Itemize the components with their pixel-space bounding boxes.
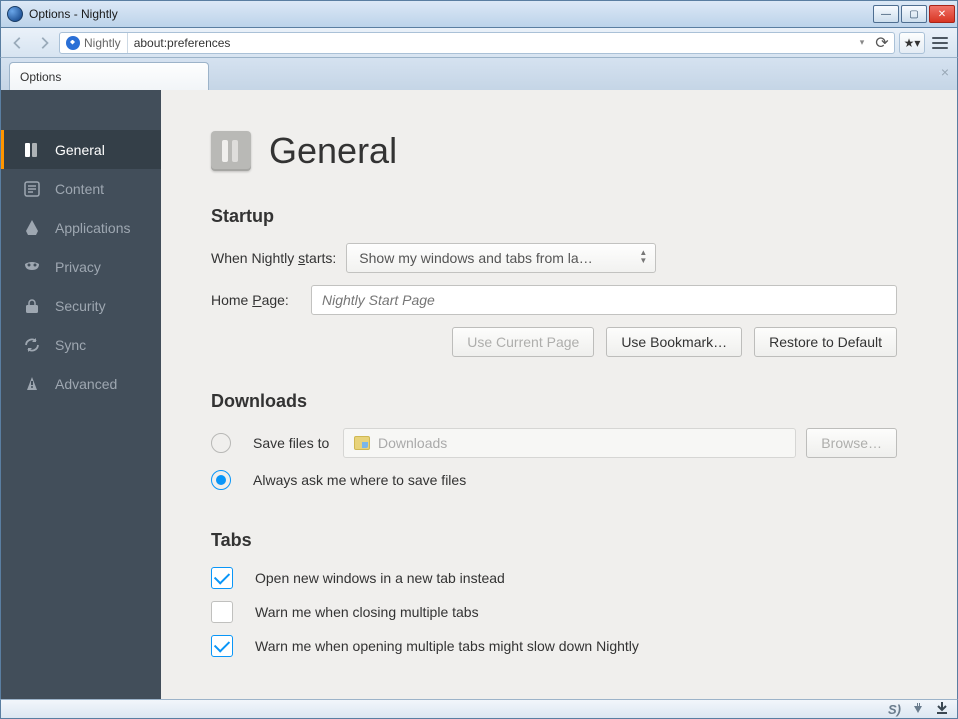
warn-open-checkbox[interactable] [211, 635, 233, 657]
sidebar-item-sync[interactable]: Sync [1, 325, 161, 364]
applications-icon [23, 219, 41, 237]
download-path-field: Downloads [343, 428, 796, 458]
general-icon [23, 141, 41, 159]
when-starts-label: When Nightly starts: [211, 250, 336, 266]
tab-label: Options [20, 70, 61, 84]
status-bar: S) [0, 699, 958, 719]
tab-options[interactable]: Options [9, 62, 209, 90]
warn-close-label: Warn me when closing multiple tabs [255, 604, 479, 620]
always-ask-radio[interactable] [211, 470, 231, 490]
page-icon [211, 131, 251, 171]
sidebar-item-advanced[interactable]: Advanced [1, 364, 161, 403]
sidebar-item-label: Sync [55, 337, 86, 353]
site-identity[interactable]: Nightly [60, 33, 128, 53]
security-icon [23, 297, 41, 315]
startup-action-select[interactable]: Show my windows and tabs from la… ▲▼ [346, 243, 656, 273]
sidebar-item-applications[interactable]: Applications [1, 208, 161, 247]
bookmarks-menu-button[interactable]: ★▾ [899, 32, 925, 54]
content-icon [23, 180, 41, 198]
status-icon-download[interactable] [935, 701, 949, 718]
tab-close-icon[interactable]: × [941, 64, 949, 80]
content-pane: General Startup When Nightly starts: Sho… [161, 90, 957, 699]
privacy-icon [23, 258, 41, 276]
sidebar-item-privacy[interactable]: Privacy [1, 247, 161, 286]
window-title: Options - Nightly [29, 7, 873, 21]
advanced-icon [23, 375, 41, 393]
maximize-button[interactable]: ▢ [901, 5, 927, 23]
save-to-radio[interactable] [211, 433, 231, 453]
url-dropdown-icon[interactable]: ▾ [854, 37, 870, 48]
status-icon-plug[interactable] [911, 701, 925, 718]
open-new-tab-checkbox[interactable] [211, 567, 233, 589]
close-button[interactable]: ✕ [929, 5, 955, 23]
warn-open-label: Warn me when opening multiple tabs might… [255, 638, 639, 654]
sidebar-item-general[interactable]: General [1, 130, 161, 169]
homepage-input[interactable] [311, 285, 897, 315]
globe-icon [66, 36, 80, 50]
forward-button[interactable] [33, 32, 55, 54]
status-icon-s[interactable]: S) [888, 702, 901, 717]
folder-icon [354, 436, 370, 450]
page-title: General [269, 130, 397, 172]
identity-label: Nightly [84, 36, 121, 50]
save-to-label: Save files to [253, 435, 333, 451]
back-button[interactable] [7, 32, 29, 54]
category-sidebar: General Content Applications Privacy Sec… [1, 90, 161, 699]
sidebar-item-label: Content [55, 181, 104, 197]
sidebar-item-label: Applications [55, 220, 131, 236]
app-icon [7, 6, 23, 22]
sidebar-item-label: Security [55, 298, 106, 314]
use-bookmark-button[interactable]: Use Bookmark… [606, 327, 742, 357]
content-scroll[interactable]: General Startup When Nightly starts: Sho… [161, 90, 957, 699]
minimize-button[interactable]: — [873, 5, 899, 23]
download-path-value: Downloads [378, 435, 447, 451]
always-ask-label: Always ask me where to save files [253, 472, 466, 488]
sidebar-item-label: Privacy [55, 259, 101, 275]
sidebar-item-security[interactable]: Security [1, 286, 161, 325]
url-text: about:preferences [128, 36, 854, 50]
use-current-page-button[interactable]: Use Current Page [452, 327, 594, 357]
section-tabs-heading: Tabs [211, 530, 897, 551]
section-downloads-heading: Downloads [211, 391, 897, 412]
url-bar[interactable]: Nightly about:preferences ▾ ⟳ [59, 32, 895, 54]
startup-action-value: Show my windows and tabs from la… [359, 250, 592, 266]
sidebar-item-content[interactable]: Content [1, 169, 161, 208]
page-header: General [211, 130, 897, 172]
tab-strip: Options × [0, 58, 958, 90]
restore-default-button[interactable]: Restore to Default [754, 327, 897, 357]
sync-icon [23, 336, 41, 354]
select-arrows-icon: ▲▼ [639, 249, 647, 265]
sidebar-item-label: General [55, 142, 105, 158]
open-new-tab-label: Open new windows in a new tab instead [255, 570, 505, 586]
nav-toolbar: Nightly about:preferences ▾ ⟳ ★▾ [0, 28, 958, 58]
reload-button[interactable]: ⟳ [870, 33, 894, 53]
sidebar-item-label: Advanced [55, 376, 117, 392]
homepage-label: Home Page: [211, 292, 301, 308]
warn-close-checkbox[interactable] [211, 601, 233, 623]
browse-button[interactable]: Browse… [806, 428, 897, 458]
main-area: General Content Applications Privacy Sec… [0, 90, 958, 699]
titlebar: Options - Nightly — ▢ ✕ [0, 0, 958, 28]
section-startup-heading: Startup [211, 206, 897, 227]
menu-button[interactable] [929, 32, 951, 54]
